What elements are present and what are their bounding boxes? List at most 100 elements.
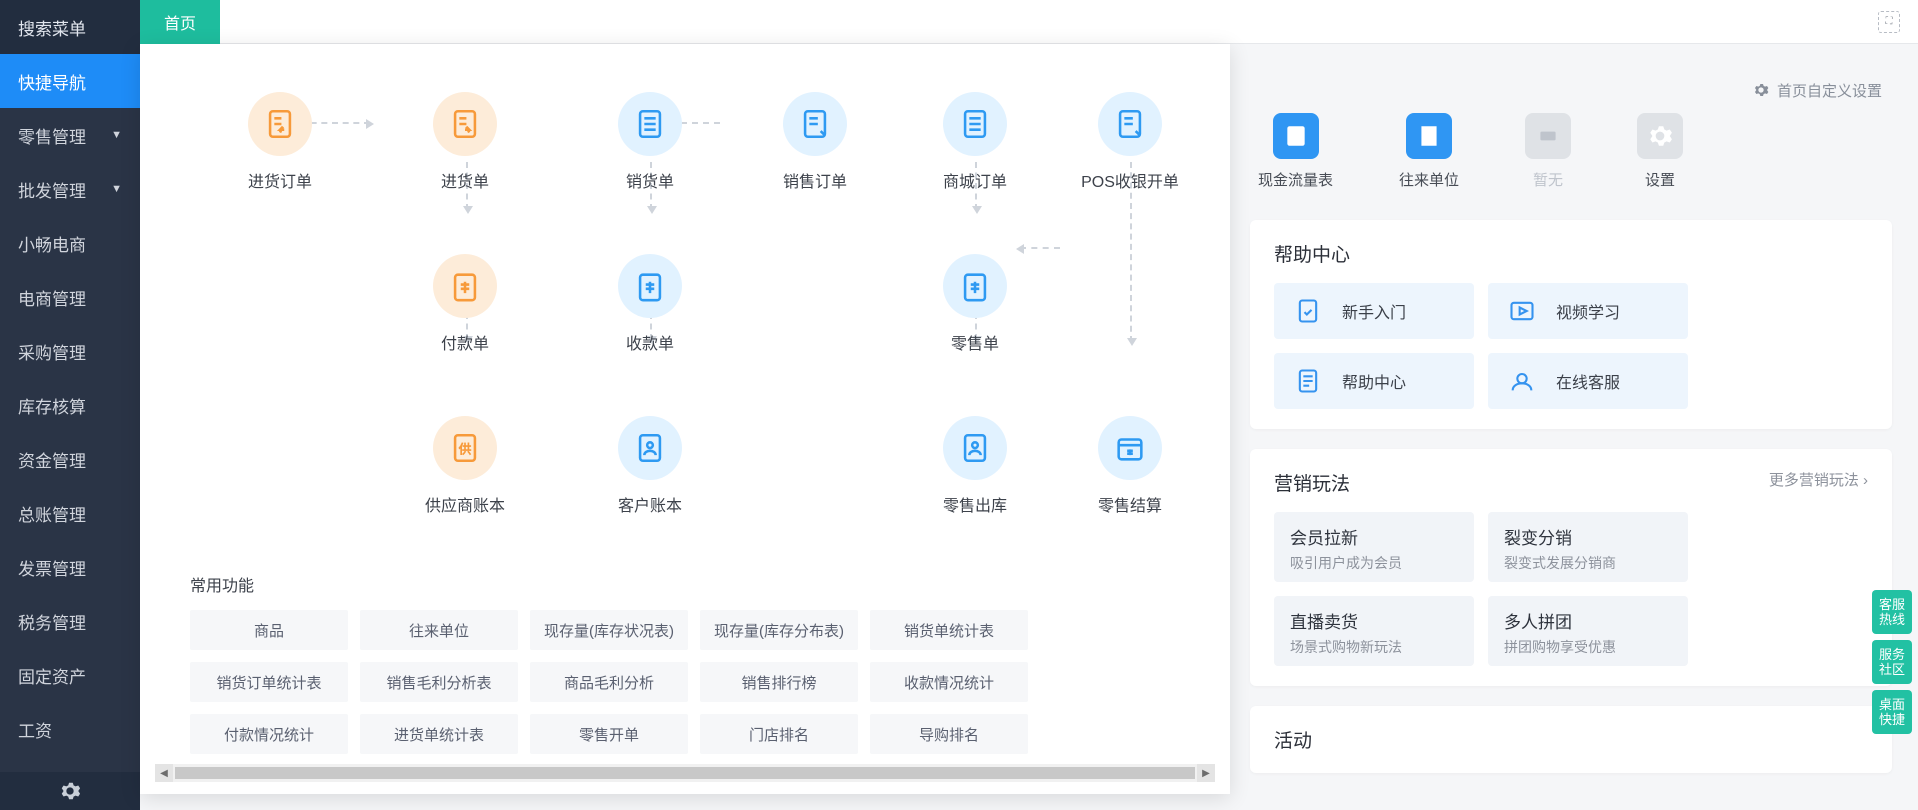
float-tags: 客服热线 服务社区 桌面快捷 — [1872, 590, 1912, 734]
sidebar-item-label: 工资 — [18, 717, 52, 742]
common-btn-label: 往来单位 — [409, 620, 469, 641]
chevron-right-icon: › — [1863, 472, 1868, 489]
tab-home[interactable]: 首页 — [140, 0, 220, 44]
help-item-support[interactable]: 在线客服 — [1488, 353, 1688, 409]
shortcut-empty[interactable]: 暂无 — [1525, 113, 1571, 190]
sidebar-item-quicknav[interactable]: 快捷导航 — [0, 54, 140, 108]
sidebar-item-salary[interactable]: 工资 — [0, 702, 140, 756]
doc-icon — [1292, 365, 1324, 397]
scroll-thumb[interactable] — [175, 767, 1195, 779]
chevron-down-icon: ▼ — [111, 129, 122, 141]
common-btn[interactable]: 门店排名 — [700, 714, 858, 754]
help-item-center[interactable]: 帮助中心 — [1274, 353, 1474, 409]
common-btn[interactable]: 现存量(库存分布表) — [700, 610, 858, 650]
sidebar-item-label: 资金管理 — [18, 447, 86, 472]
money-icon — [618, 254, 682, 318]
shortcut-cashflow[interactable]: 现金流量表 — [1258, 113, 1333, 190]
mkt-item[interactable]: 直播卖货 场景式购物新玩法 — [1274, 596, 1474, 666]
sidebar-search-label: 搜索菜单 — [18, 15, 86, 40]
common-btn[interactable]: 零售开单 — [530, 714, 688, 754]
common-btn-label: 销货订单统计表 — [216, 672, 321, 693]
sidebar-item-ledger[interactable]: 总账管理 — [0, 486, 140, 540]
help-item-label: 视频学习 — [1556, 299, 1620, 323]
flow-node-label: 付款单 — [441, 330, 489, 354]
sidebar-item-retail[interactable]: 零售管理 ▼ — [0, 108, 140, 162]
common-btn[interactable]: 销售毛利分析表 — [360, 662, 518, 702]
sidebar-item-tax[interactable]: 税务管理 — [0, 594, 140, 648]
shortcut-settings[interactable]: 设置 — [1637, 113, 1683, 190]
home-custom-setting[interactable]: 首页自定义设置 — [1250, 80, 1882, 101]
common-btn[interactable]: 导购排名 — [870, 714, 1028, 754]
help-item-label: 在线客服 — [1556, 369, 1620, 393]
flow-node-pos[interactable]: POS收银开单 — [1040, 92, 1220, 222]
flow-node-label: 客户账本 — [618, 492, 682, 516]
mkt-item[interactable]: 多人拼团 拼团购物享受优惠 — [1488, 596, 1688, 666]
common-btn[interactable]: 现存量(库存状况表) — [530, 610, 688, 650]
float-tag-community[interactable]: 服务社区 — [1872, 640, 1912, 684]
common-btn[interactable]: 销货订单统计表 — [190, 662, 348, 702]
flow-node-label: POS收银开单 — [1081, 168, 1179, 192]
sidebar-item-label: 采购管理 — [18, 339, 86, 364]
horizontal-scrollbar[interactable]: ◀ ▶ — [155, 764, 1215, 782]
sidebar-item-stock[interactable]: 库存核算 — [0, 378, 140, 432]
mkt-title: 多人拼团 — [1504, 608, 1672, 633]
settle-icon — [1098, 416, 1162, 480]
fullscreen-button[interactable]: ⛶ — [1878, 11, 1900, 33]
sidebar-item-wholesale[interactable]: 批发管理 ▼ — [0, 162, 140, 216]
shortcut-contacts[interactable]: 往来单位 — [1399, 113, 1459, 190]
flow-node-sale[interactable]: 销货单 — [560, 92, 740, 222]
flow-node-receipt[interactable]: 收款单 — [560, 254, 740, 384]
help-item-newbie[interactable]: 新手入门 — [1274, 283, 1474, 339]
flow-node-supplier-ledger[interactable]: 供 供应商账本 — [375, 416, 555, 546]
mkt-item[interactable]: 裂变分销 裂变式发展分销商 — [1488, 512, 1688, 582]
flow-node-retail-out[interactable]: 零售出库 — [885, 416, 1065, 546]
flow-node-purchase-order[interactable]: 进货订单 — [190, 92, 370, 222]
more-marketing-link[interactable]: 更多营销玩法 › — [1769, 469, 1868, 490]
common-btn[interactable]: 往来单位 — [360, 610, 518, 650]
sidebar-item-fixed-asset[interactable]: 固定资产 — [0, 648, 140, 702]
sidebar-search[interactable]: 搜索菜单 — [0, 0, 140, 54]
scroll-right-button[interactable]: ▶ — [1197, 764, 1215, 782]
common-btn[interactable]: 商品毛利分析 — [530, 662, 688, 702]
mkt-item[interactable]: 会员拉新 吸引用户成为会员 — [1274, 512, 1474, 582]
gear-icon — [1753, 82, 1769, 98]
gear-icon — [1637, 113, 1683, 159]
gear-icon — [59, 780, 81, 802]
sidebar-item-invoice[interactable]: 发票管理 — [0, 540, 140, 594]
sidebar-settings-button[interactable] — [0, 772, 140, 810]
list-icon — [618, 92, 682, 156]
home-custom-label: 首页自定义设置 — [1777, 83, 1882, 100]
help-item-video[interactable]: 视频学习 — [1488, 283, 1688, 339]
mkt-sub: 场景式购物新玩法 — [1290, 637, 1458, 657]
money-icon — [943, 254, 1007, 318]
sidebar-item-label: 批发管理 — [18, 177, 86, 202]
video-icon — [1506, 295, 1538, 327]
sidebar-item-label: 库存核算 — [18, 393, 86, 418]
flow-node-purchase[interactable]: 进货单 — [375, 92, 555, 222]
sidebar-item-label: 发票管理 — [18, 555, 86, 580]
flow-node-sale-order[interactable]: 销售订单 — [725, 92, 905, 222]
float-tag-hotline[interactable]: 客服热线 — [1872, 590, 1912, 634]
float-tag-desktop[interactable]: 桌面快捷 — [1872, 690, 1912, 734]
sidebar-item-purchase[interactable]: 采购管理 — [0, 324, 140, 378]
common-btn-label: 现存量(库存分布表) — [714, 620, 844, 641]
common-btn-label: 导购排名 — [919, 724, 979, 745]
flow-node-customer-ledger[interactable]: 客户账本 — [560, 416, 740, 546]
common-btn[interactable]: 商品 — [190, 610, 348, 650]
sidebar-item-label: 税务管理 — [18, 609, 86, 634]
flow-node-payment[interactable]: 付款单 — [375, 254, 555, 384]
scroll-left-button[interactable]: ◀ — [155, 764, 173, 782]
sidebar-item-label: 固定资产 — [18, 663, 86, 688]
sidebar-item-funds[interactable]: 资金管理 — [0, 432, 140, 486]
flow-node-retail-settle[interactable]: 零售结算 — [1040, 416, 1220, 546]
common-btn[interactable]: 进货单统计表 — [360, 714, 518, 754]
sidebar-item-ecommerce[interactable]: 电商管理 — [0, 270, 140, 324]
chevron-down-icon: ▼ — [111, 183, 122, 195]
flow-node-retail[interactable]: 零售单 — [885, 254, 1065, 384]
common-btn[interactable]: 销售排行榜 — [700, 662, 858, 702]
flow-node-mall-order[interactable]: 商城订单 — [885, 92, 1065, 222]
common-btn[interactable]: 付款情况统计 — [190, 714, 348, 754]
sidebar-item-xcdc[interactable]: 小畅电商 — [0, 216, 140, 270]
common-btn[interactable]: 收款情况统计 — [870, 662, 1028, 702]
common-btn[interactable]: 销货单统计表 — [870, 610, 1028, 650]
